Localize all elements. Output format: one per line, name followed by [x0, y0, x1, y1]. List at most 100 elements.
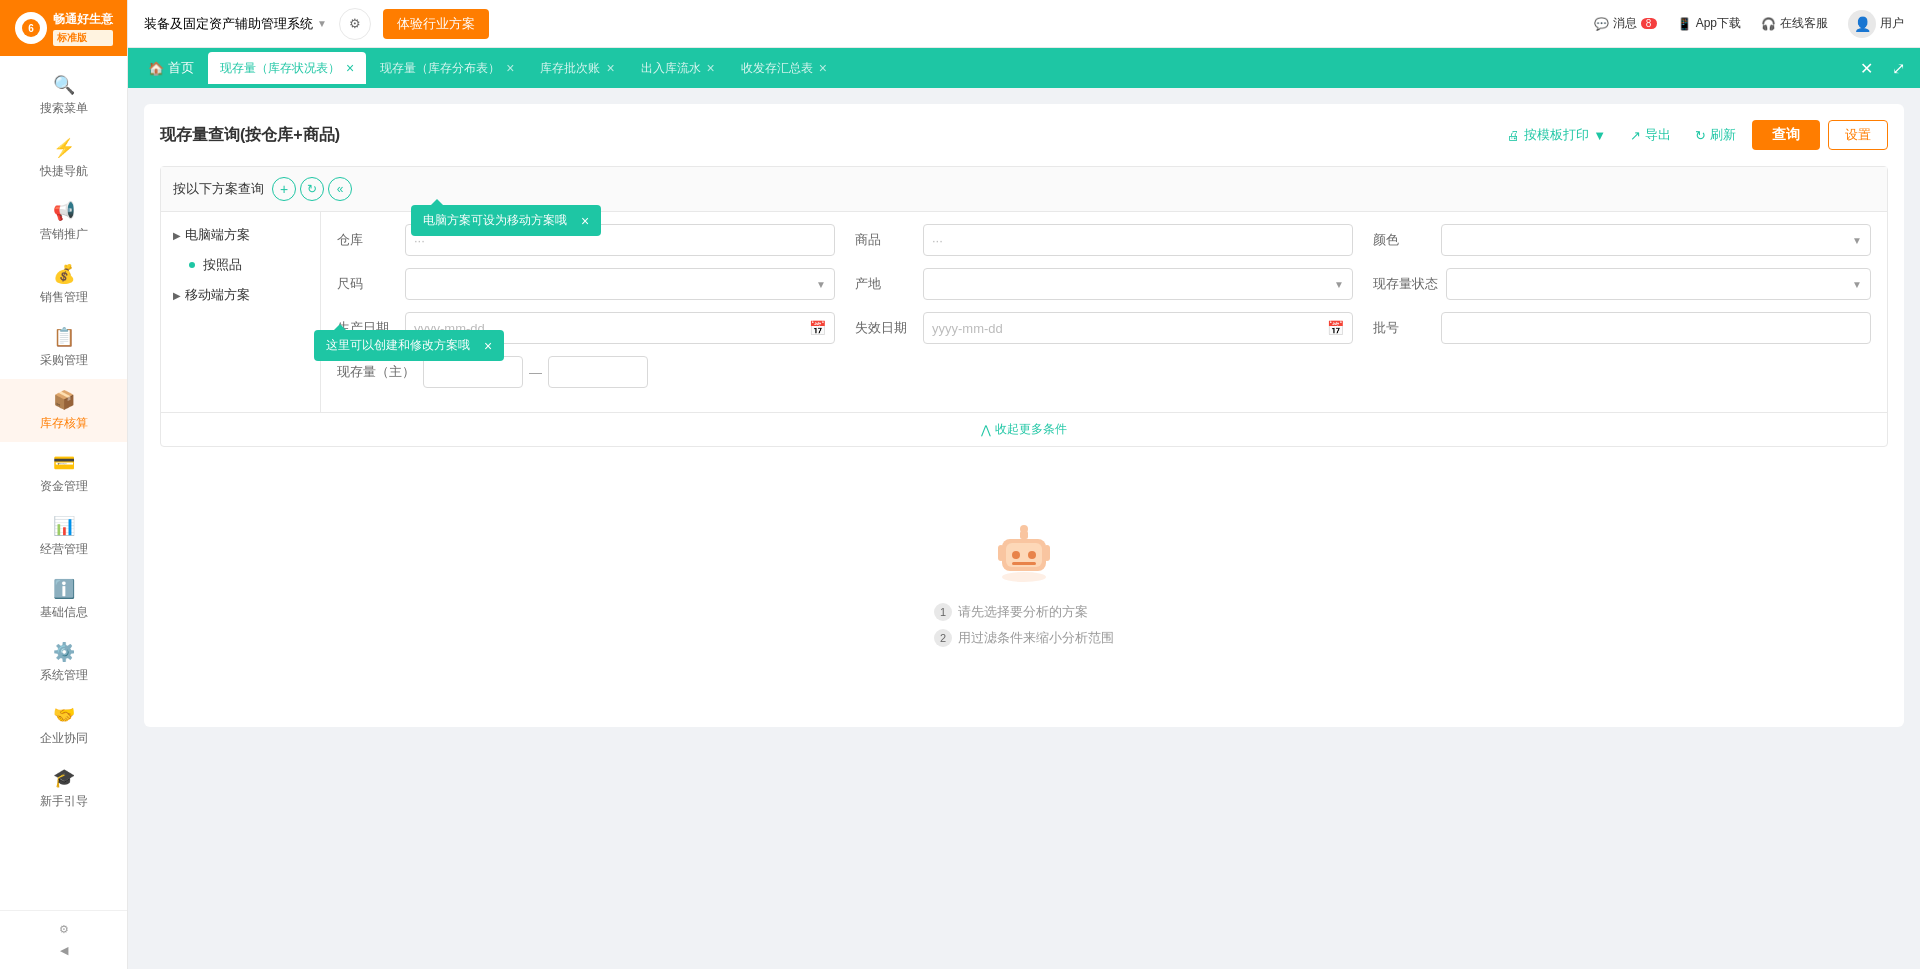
tip-text-2: 用过滤条件来缩小分析范围	[958, 625, 1114, 651]
svg-point-2	[1002, 572, 1046, 582]
sidebar-item-basic-info[interactable]: ℹ️ 基础信息	[0, 568, 127, 631]
guide-icon: 🎓	[53, 767, 75, 789]
tab-summary[interactable]: 收发存汇总表 ×	[729, 52, 839, 84]
refresh-btn[interactable]: ↻ 刷新	[1687, 122, 1744, 148]
sidebar-item-finance[interactable]: 💳 资金管理	[0, 442, 127, 505]
stock-qty-max[interactable]	[548, 356, 648, 388]
close-all-tabs-btn[interactable]: ✕	[1852, 54, 1880, 82]
sidebar-item-quicknav[interactable]: ⚡ 快捷导航	[0, 127, 127, 190]
size-select[interactable]: ▼	[405, 268, 835, 300]
expand-arrow-icon: ▶	[173, 230, 181, 241]
scheme-by-goods[interactable]: 按照品	[161, 250, 320, 280]
sidebar-item-collab[interactable]: 🤝 企业协同	[0, 694, 127, 757]
app-download-btn[interactable]: 📱 App下载	[1677, 15, 1741, 32]
settings-bottom-btn[interactable]: ⚙	[59, 923, 69, 936]
scheme-panel: ▶ 电脑端方案 按照品 ▶ 移动端方案	[161, 212, 321, 412]
tab-home-label: 首页	[168, 59, 194, 77]
sidebar-item-label: 经营管理	[40, 541, 88, 558]
query-btn[interactable]: 查询	[1752, 120, 1820, 150]
sidebar-item-label: 企业协同	[40, 730, 88, 747]
message-btn[interactable]: 💬 消息 8	[1594, 15, 1657, 32]
sidebar-item-purchase[interactable]: 📋 采购管理	[0, 316, 127, 379]
scheme-desktop[interactable]: ▶ 电脑端方案	[161, 220, 320, 250]
goods-dots: ···	[932, 233, 1344, 248]
filter-label: 按以下方案查询	[173, 180, 264, 198]
svg-point-5	[1012, 551, 1020, 559]
tab-close-inout-flow[interactable]: ×	[707, 61, 715, 75]
export-btn[interactable]: ↗ 导出	[1622, 122, 1679, 148]
main-card: 现存量查询(按仓库+商品) 🖨 按模板打印 ▼ ↗ 导出 ↻ 刷新	[144, 104, 1904, 727]
settings-page-btn[interactable]: 设置	[1828, 120, 1888, 150]
app-title: 畅通好生意	[53, 11, 113, 28]
tip-text-1: 请先选择要分析的方案	[958, 599, 1088, 625]
svg-rect-11	[1044, 545, 1050, 561]
scheme-mobile[interactable]: ▶ 移动端方案	[161, 280, 320, 310]
sidebar-item-label: 基础信息	[40, 604, 88, 621]
tab-batch-account[interactable]: 库存批次账 ×	[528, 52, 626, 84]
stock-status-select[interactable]: ▼	[1446, 268, 1871, 300]
tab-inout-flow[interactable]: 出入库流水 ×	[629, 52, 727, 84]
tab-inventory-status[interactable]: 现存量（库存状况表） ×	[208, 52, 366, 84]
sidebar-item-label: 系统管理	[40, 667, 88, 684]
warehouse-label: 仓库	[337, 231, 397, 249]
phone-icon: 📱	[1677, 17, 1692, 31]
prev-scheme-btn[interactable]: «	[328, 177, 352, 201]
origin-field: 产地 ▼	[855, 268, 1353, 300]
inventory-icon: 📦	[53, 389, 75, 411]
batch-input[interactable]	[1441, 312, 1871, 344]
settings-gear-btn[interactable]: ⚙	[339, 8, 371, 40]
collapse-up-icon: ⋀	[981, 423, 991, 437]
sidebar-item-marketing[interactable]: 📢 营销推广	[0, 190, 127, 253]
tooltip2-text: 这里可以创建和修改方案哦	[326, 337, 470, 354]
sidebar-item-inventory[interactable]: 📦 库存核算	[0, 379, 127, 442]
tooltip1-close-btn[interactable]: ×	[581, 213, 589, 229]
empty-tips: 1 请先选择要分析的方案 2 用过滤条件来缩小分析范围	[934, 599, 1114, 651]
industry-btn[interactable]: 体验行业方案	[383, 9, 489, 39]
print-label: 按模板打印	[1524, 126, 1589, 144]
print-btn[interactable]: 🖨 按模板打印 ▼	[1499, 122, 1614, 148]
color-select[interactable]: ▼	[1441, 224, 1871, 256]
tooltip2-close-btn[interactable]: ×	[484, 338, 492, 354]
calendar-icon2: 📅	[1327, 320, 1344, 336]
collapse-arrow-icon: ▶	[173, 290, 181, 301]
refresh-scheme-btn[interactable]: ↻	[300, 177, 324, 201]
sidebar-item-search[interactable]: 🔍 搜索菜单	[0, 64, 127, 127]
export-label: 导出	[1645, 126, 1671, 144]
tab-close-inventory-dist[interactable]: ×	[506, 61, 514, 75]
size-dropdown-icon: ▼	[816, 279, 826, 290]
tab-inventory-status-label: 现存量（库存状况表）	[220, 60, 340, 77]
export-icon: ↗	[1630, 128, 1641, 143]
filter-section-wrapper: 按以下方案查询 + ↻ « 电脑方案可设为移动方案哦 ×	[160, 166, 1888, 447]
app-tag: 标准版	[53, 30, 113, 46]
tab-inventory-dist[interactable]: 现存量（库存分布表） ×	[368, 52, 526, 84]
goods-input[interactable]: ···	[923, 224, 1353, 256]
basic-info-icon: ℹ️	[53, 578, 75, 600]
fullscreen-btn[interactable]: ⤢	[1884, 54, 1912, 82]
sidebar-item-sales[interactable]: 💰 销售管理	[0, 253, 127, 316]
collapse-sidebar-btn[interactable]: ◀	[60, 944, 68, 957]
tab-close-batch-account[interactable]: ×	[606, 61, 614, 75]
tab-close-inventory-status[interactable]: ×	[346, 61, 354, 75]
user-btn[interactable]: 👤 用户	[1848, 10, 1904, 38]
empty-tip-2: 2 用过滤条件来缩小分析范围	[934, 625, 1114, 651]
tab-close-summary[interactable]: ×	[819, 61, 827, 75]
online-support-btn[interactable]: 🎧 在线客服	[1761, 15, 1828, 32]
sidebar-item-guide[interactable]: 🎓 新手引导	[0, 757, 127, 820]
add-scheme-btn[interactable]: +	[272, 177, 296, 201]
stock-status-field: 现存量状态 ▼	[1373, 268, 1871, 300]
system-title-selector[interactable]: 装备及固定资产辅助管理系统 ▼	[144, 15, 327, 33]
sidebar-item-system[interactable]: ⚙️ 系统管理	[0, 631, 127, 694]
scheme-dot-icon	[189, 262, 195, 268]
color-label: 颜色	[1373, 231, 1433, 249]
expire-date-input[interactable]: yyyy-mm-dd 📅	[923, 312, 1353, 344]
sidebar-item-label: 营销推广	[40, 226, 88, 243]
color-dropdown-icon: ▼	[1852, 235, 1862, 246]
tooltip1-text: 电脑方案可设为移动方案哦	[423, 212, 567, 229]
origin-select[interactable]: ▼	[923, 268, 1353, 300]
collapse-bar[interactable]: ⋀ 收起更多条件	[161, 412, 1887, 446]
sidebar-bottom: ⚙ ◀	[0, 910, 127, 969]
sidebar-item-operations[interactable]: 📊 经营管理	[0, 505, 127, 568]
tab-home[interactable]: 🏠 首页	[136, 52, 206, 84]
sidebar-item-label: 资金管理	[40, 478, 88, 495]
filter-body: ▶ 电脑端方案 按照品 ▶ 移动端方案	[161, 212, 1887, 412]
